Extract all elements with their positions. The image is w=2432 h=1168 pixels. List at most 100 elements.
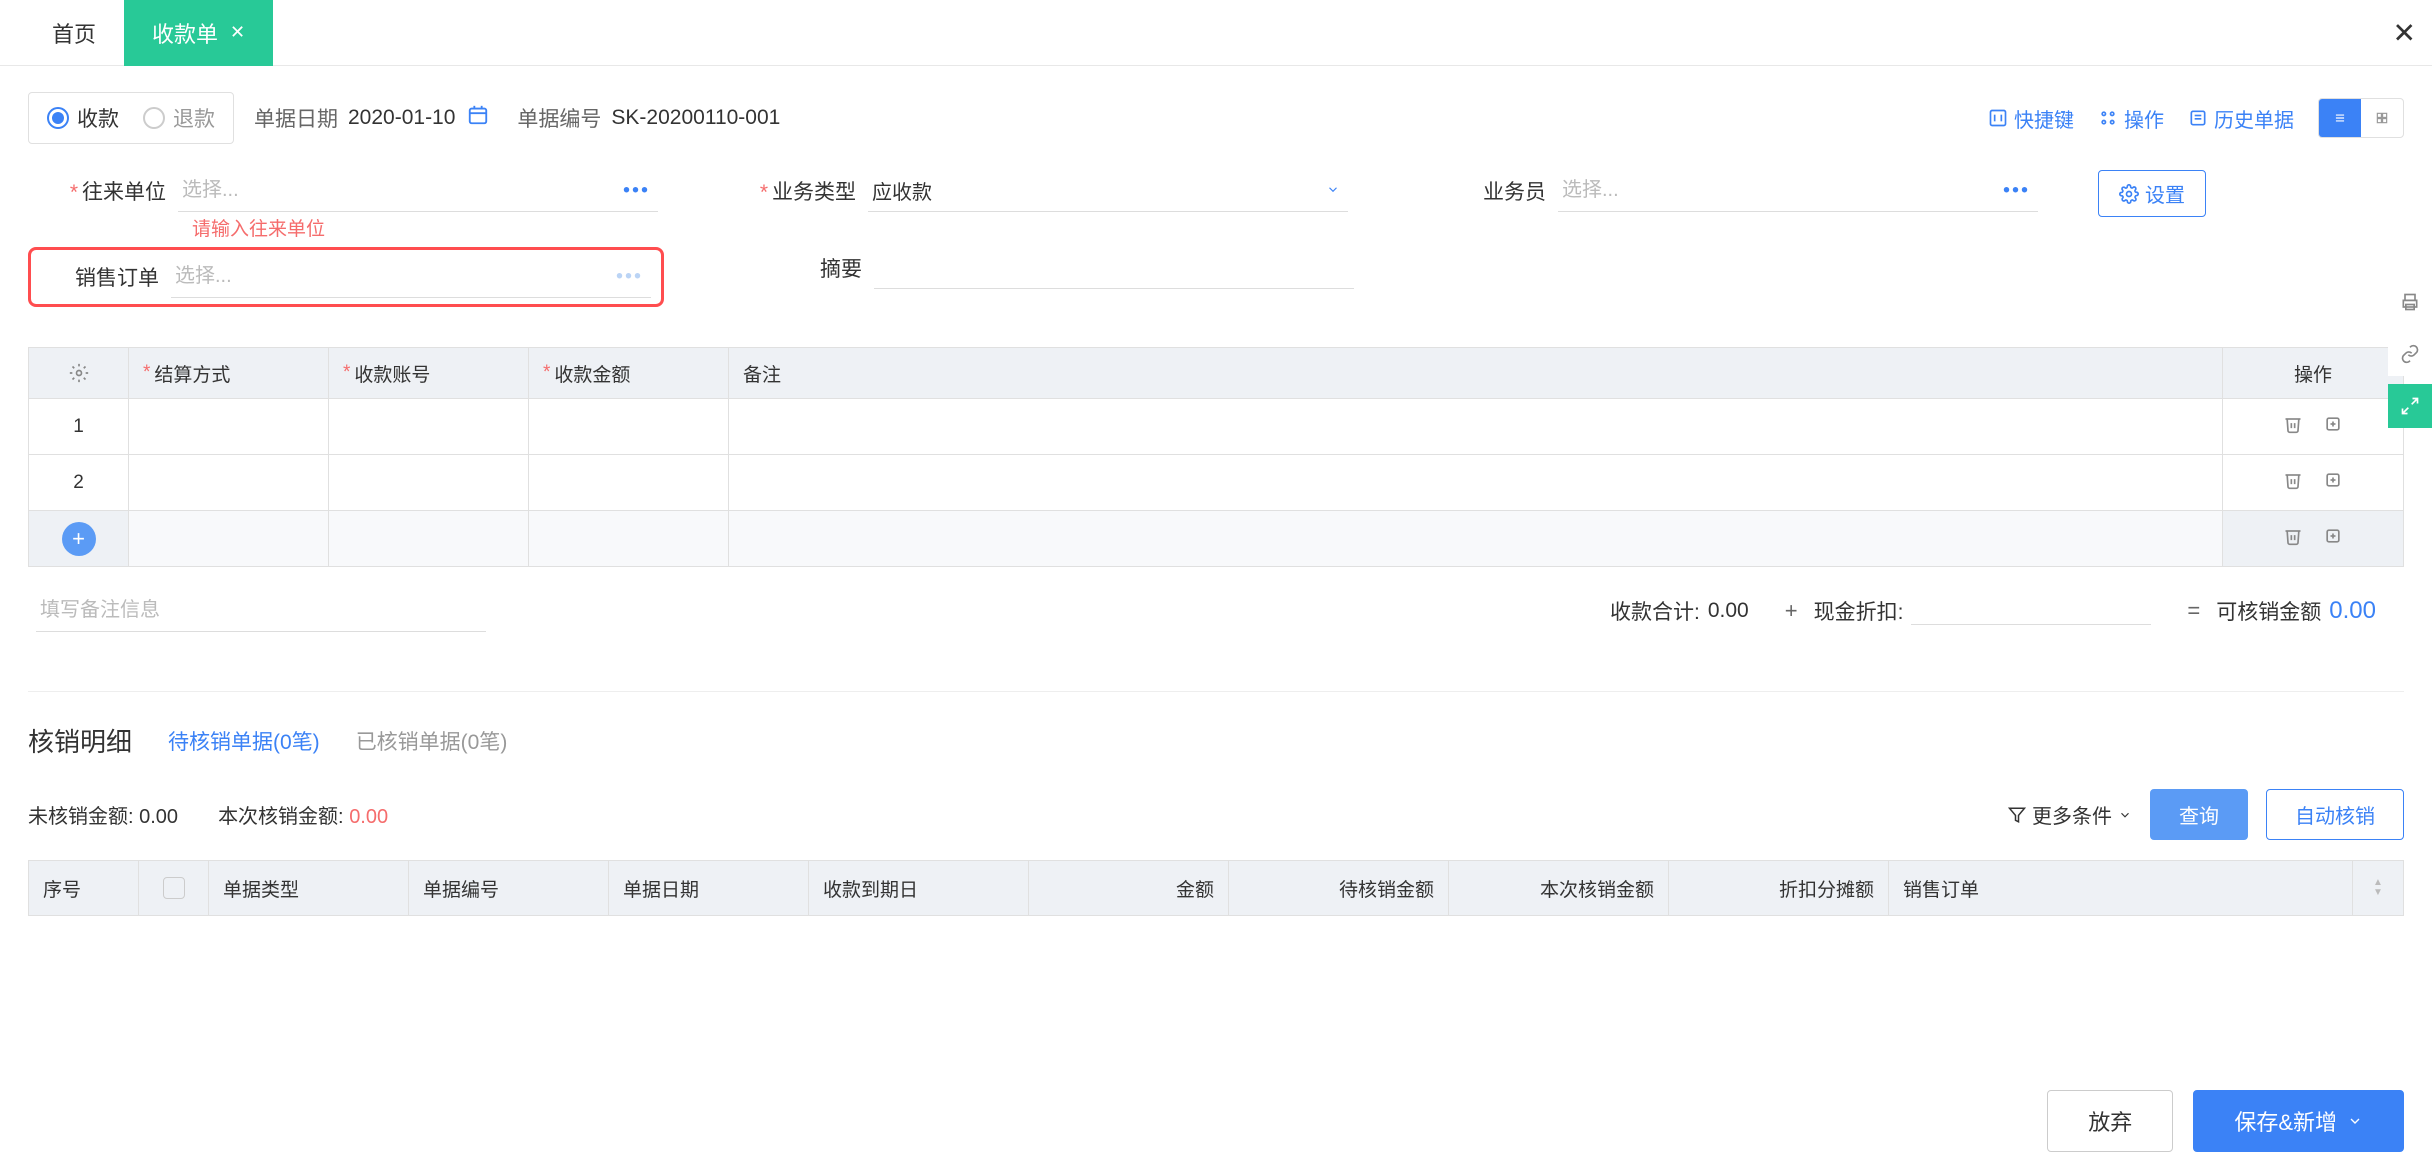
query-button[interactable]: 查询 — [2150, 789, 2248, 840]
discount-input[interactable] — [1911, 597, 2151, 625]
summary-input[interactable] — [874, 247, 1354, 289]
radio-unchecked-icon — [143, 107, 165, 129]
tab-receipt[interactable]: 收款单 ✕ — [124, 0, 273, 66]
delete-row-icon[interactable] — [2283, 470, 2303, 496]
salesperson-label: 业务员 — [1483, 181, 1546, 204]
wo-col-current: 本次核销金额 — [1449, 861, 1669, 915]
salesorder-input[interactable] — [171, 256, 651, 298]
select-all-checkbox[interactable] — [163, 877, 185, 899]
wo-col-amount: 金额 — [1029, 861, 1229, 915]
total-value: 0.00 — [1708, 599, 1749, 623]
payment-row-add: + — [29, 510, 2403, 566]
salesperson-more-icon[interactable]: ••• — [2003, 180, 2030, 203]
biztype-input[interactable] — [868, 170, 1348, 212]
total-label: 收款合计: — [1610, 596, 1700, 626]
copy-row-icon[interactable] — [2323, 470, 2343, 496]
cell-account[interactable] — [329, 399, 529, 454]
writeoff-table-header: 序号 单据类型 单据编号 单据日期 收款到期日 金额 待核销金额 本次核销金额 … — [29, 861, 2403, 915]
copy-row-icon[interactable] — [2323, 526, 2343, 552]
summary-row: 收款合计: 0.00 + 现金折扣: = 可核销金额 0.00 — [28, 581, 2404, 641]
side-toolbar — [2388, 280, 2432, 428]
party-field: *往来单位 ••• 请输入往来单位 — [28, 170, 658, 212]
cell-remark[interactable] — [729, 399, 2223, 454]
doc-date-value[interactable]: 2020-01-10 — [348, 106, 455, 130]
salesorder-label: 销售订单 — [75, 267, 159, 290]
payment-table: *结算方式 *收款账号 *收款金额 备注 操作 1 2 — [28, 347, 2404, 567]
writeoff-tab-pending[interactable]: 待核销单据(0笔) — [168, 726, 320, 756]
cancel-button[interactable]: 放弃 — [2047, 1090, 2173, 1152]
view-switcher — [2318, 98, 2404, 138]
save-button[interactable]: 保存&新增 — [2193, 1090, 2404, 1152]
main-close-icon[interactable]: ✕ — [2393, 16, 2416, 49]
cell-amount[interactable] — [529, 399, 729, 454]
view-grid-button[interactable] — [2361, 99, 2403, 137]
wo-col-pending: 待核销金额 — [1229, 861, 1449, 915]
cell-amount[interactable] — [529, 455, 729, 510]
history-link[interactable]: 历史单据 — [2188, 104, 2294, 133]
salesperson-input[interactable] — [1558, 170, 2038, 212]
operate-label: 操作 — [2124, 104, 2164, 133]
available-value: 0.00 — [2329, 597, 2376, 625]
writeoff-table: 序号 单据类型 单据编号 单据日期 收款到期日 金额 待核销金额 本次核销金额 … — [28, 860, 2404, 916]
table-settings-icon[interactable] — [29, 348, 129, 398]
payment-row-2: 2 — [29, 454, 2403, 510]
settings-label: 设置 — [2145, 179, 2185, 208]
shortcut-link[interactable]: 快捷键 — [1988, 104, 2074, 133]
side-link-icon[interactable] — [2388, 332, 2432, 376]
tab-close-icon[interactable]: ✕ — [230, 22, 245, 43]
auto-writeoff-button[interactable]: 自动核销 — [2266, 789, 2404, 840]
more-filter-button[interactable]: 更多条件 — [2008, 800, 2132, 829]
toolbar-actions: 快捷键 操作 历史单据 — [1988, 98, 2404, 138]
more-filter-label: 更多条件 — [2032, 800, 2112, 829]
doc-meta: 单据日期 2020-01-10 单据编号 SK-20200110-001 — [254, 103, 792, 133]
salesorder-more-icon[interactable]: ••• — [616, 266, 643, 289]
tab-home[interactable]: 首页 — [24, 0, 124, 66]
copy-row-icon[interactable] — [2323, 414, 2343, 440]
current-value: 0.00 — [349, 806, 388, 828]
col-method: 结算方式 — [154, 360, 230, 387]
biztype-label: 业务类型 — [772, 181, 856, 204]
cell-method[interactable] — [129, 399, 329, 454]
radio-receive[interactable]: 收款 — [47, 103, 119, 133]
col-remark: 备注 — [743, 360, 781, 387]
sort-control[interactable]: ▲▼ — [2353, 861, 2403, 915]
radio-refund[interactable]: 退款 — [143, 103, 215, 133]
wo-col-no: 单据编号 — [409, 861, 609, 915]
available-label: 可核销金额 — [2216, 596, 2321, 626]
party-label: 往来单位 — [82, 181, 166, 204]
operate-link[interactable]: 操作 — [2098, 104, 2164, 133]
settings-button[interactable]: 设置 — [2098, 170, 2206, 217]
calendar-icon[interactable] — [467, 104, 489, 132]
wo-col-idx: 序号 — [29, 861, 139, 915]
main-content: 收款 退款 单据日期 2020-01-10 单据编号 SK-20200110-0… — [0, 66, 2432, 1168]
row-idx: 1 — [29, 399, 129, 454]
doc-no-value: SK-20200110-001 — [611, 106, 780, 130]
side-expand-icon[interactable] — [2388, 384, 2432, 428]
view-list-button[interactable] — [2319, 99, 2361, 137]
delete-row-icon[interactable] — [2283, 414, 2303, 440]
wo-col-date: 单据日期 — [609, 861, 809, 915]
writeoff-section: 核销明细 待核销单据(0笔) 已核销单据(0笔) 未核销金额: 0.00 本次核… — [28, 691, 2404, 916]
row-idx: 2 — [29, 455, 129, 510]
tab-receipt-label: 收款单 — [152, 17, 218, 49]
wo-col-discount: 折扣分摊额 — [1669, 861, 1889, 915]
writeoff-tab-done[interactable]: 已核销单据(0笔) — [356, 726, 508, 756]
wo-col-due: 收款到期日 — [809, 861, 1029, 915]
remark-input[interactable] — [36, 590, 486, 632]
side-print-icon[interactable] — [2388, 280, 2432, 324]
delete-row-icon[interactable] — [2283, 526, 2303, 552]
add-row-button[interactable]: + — [62, 522, 96, 556]
receipt-type-radio-group: 收款 退款 — [28, 92, 234, 144]
biztype-field: *业务类型 — [718, 170, 1348, 212]
party-input[interactable] — [178, 170, 658, 212]
cell-method[interactable] — [129, 455, 329, 510]
party-error: 请输入往来单位 — [192, 214, 325, 241]
chevron-down-icon[interactable] — [1326, 183, 1340, 200]
save-label: 保存&新增 — [2234, 1105, 2337, 1137]
wo-col-type: 单据类型 — [209, 861, 409, 915]
col-action: 操作 — [2294, 360, 2332, 387]
cell-remark[interactable] — [729, 455, 2223, 510]
radio-refund-label: 退款 — [173, 103, 215, 133]
party-more-icon[interactable]: ••• — [623, 180, 650, 203]
cell-account[interactable] — [329, 455, 529, 510]
